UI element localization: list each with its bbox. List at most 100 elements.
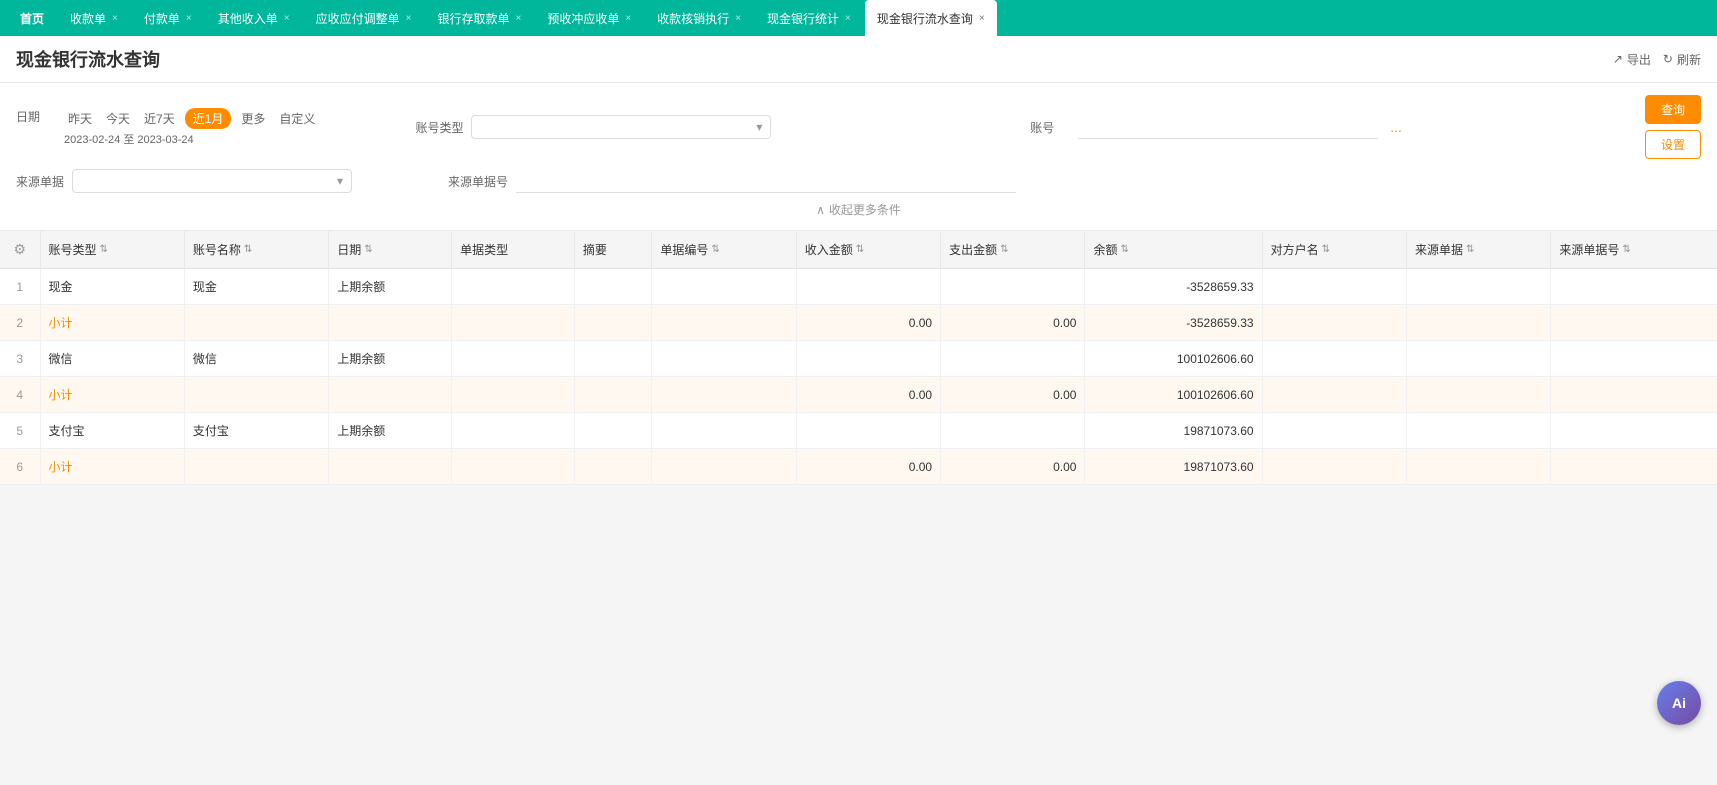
account-filter-group: 账号 ... — [1030, 116, 1629, 139]
th-settings[interactable]: ⚙ — [0, 231, 40, 269]
sort-icon — [1622, 244, 1630, 255]
tab-close-icon[interactable]: × — [735, 13, 741, 24]
export-button[interactable]: ↗ 导出 — [1613, 51, 1651, 68]
row-number: 5 — [0, 413, 40, 449]
chevron-down-icon-2: ▾ — [337, 174, 343, 188]
tab-label: 收款核销执行 — [657, 10, 729, 27]
cell-source-doc-no — [1551, 269, 1717, 305]
cell-counterpart — [1262, 449, 1406, 485]
th-income[interactable]: 收入金额 — [796, 231, 940, 269]
cell-doc-no — [652, 305, 796, 341]
th-source-doc[interactable]: 来源单据 — [1406, 231, 1550, 269]
table-row: 1现金现金上期余额-3528659.33 — [0, 269, 1717, 305]
query-button[interactable]: 查询 — [1645, 95, 1701, 124]
cell-doc-no — [652, 269, 796, 305]
nav-tab-liushui-active[interactable]: 现金银行流水查询 × — [865, 0, 997, 36]
cell-expense — [941, 269, 1085, 305]
date-range-display: 2023-02-24 至 2023-03-24 — [64, 131, 319, 147]
nav-tab-shoukuan-hexiao[interactable]: 收款核销执行 × — [645, 0, 753, 36]
tab-close-icon[interactable]: × — [112, 13, 118, 24]
cell-account-type: 小计 — [40, 377, 184, 413]
th-balance[interactable]: 余额 — [1085, 231, 1262, 269]
nav-tab-yushou[interactable]: 预收冲应收单 × — [535, 0, 643, 36]
tab-close-icon[interactable]: × — [515, 13, 521, 24]
account-input[interactable] — [1078, 116, 1378, 139]
account-type-label: 账号类型 — [415, 119, 463, 136]
nav-tab-fukuandan[interactable]: 付款单 × — [132, 0, 204, 36]
cell-source-doc — [1406, 449, 1550, 485]
date-opt-1month[interactable]: 近1月 — [185, 108, 232, 129]
tab-close-icon[interactable]: × — [625, 13, 631, 24]
th-expense-label: 支出金额 — [949, 241, 997, 258]
table-row: 6小计0.000.0019871073.60 — [0, 449, 1717, 485]
cell-source-doc-no — [1551, 305, 1717, 341]
th-source-doc-no-label: 来源单据号 — [1559, 241, 1619, 258]
cell-income — [796, 341, 940, 377]
cell-account-type: 支付宝 — [40, 413, 184, 449]
th-doc-no[interactable]: 单据编号 — [652, 231, 796, 269]
cell-source-doc-no — [1551, 413, 1717, 449]
settings-button[interactable]: 设置 — [1645, 130, 1701, 159]
cell-expense — [941, 413, 1085, 449]
date-opt-today[interactable]: 今天 — [102, 108, 134, 129]
nav-tab-yingshoutiaozheng[interactable]: 应收应付调整单 × — [304, 0, 424, 36]
tab-close-icon[interactable]: × — [979, 13, 985, 24]
sort-icon — [1000, 244, 1008, 255]
header-actions: ↗ 导出 ↻ 刷新 — [1613, 51, 1701, 68]
cell-summary — [574, 269, 651, 305]
cell-account-name — [184, 449, 328, 485]
row-number: 3 — [0, 341, 40, 377]
cell-expense — [941, 341, 1085, 377]
nav-tab-xianjin-tongji[interactable]: 现金银行统计 × — [755, 0, 863, 36]
account-type-select[interactable]: ▾ — [471, 115, 771, 139]
collapse-icon: ∧ — [816, 203, 825, 217]
date-opt-7days[interactable]: 近7天 — [140, 108, 179, 129]
date-opt-yesterday[interactable]: 昨天 — [64, 108, 96, 129]
th-account-type[interactable]: 账号类型 — [40, 231, 184, 269]
th-summary: 摘要 — [574, 231, 651, 269]
tab-label: 收款单 — [70, 10, 106, 27]
cell-counterpart — [1262, 305, 1406, 341]
th-account-type-label: 账号类型 — [49, 241, 97, 258]
cell-date: 上期余额 — [329, 341, 452, 377]
account-dots-button[interactable]: ... — [1386, 119, 1406, 135]
cell-balance: 100102606.60 — [1085, 377, 1262, 413]
nav-home[interactable]: 首页 — [8, 0, 56, 36]
nav-tab-qitashouru[interactable]: 其他收入单 × — [206, 0, 302, 36]
cash-bank-table: ⚙ 账号类型 账号名称 日期 单据类型 摘要 单据编号 — [0, 231, 1717, 485]
source-doc-no-input[interactable] — [516, 170, 1016, 193]
th-account-name[interactable]: 账号名称 — [184, 231, 328, 269]
collapse-bar[interactable]: ∧ 收起更多条件 — [16, 197, 1701, 218]
tab-close-icon[interactable]: × — [186, 13, 192, 24]
tab-label: 现金银行流水查询 — [877, 10, 973, 27]
cell-summary — [574, 413, 651, 449]
date-opt-more[interactable]: 更多 — [237, 108, 269, 129]
cell-counterpart — [1262, 341, 1406, 377]
cell-date: 上期余额 — [329, 413, 452, 449]
source-doc-select[interactable]: ▾ — [72, 169, 352, 193]
tab-label: 应收应付调整单 — [316, 10, 400, 27]
th-counterpart[interactable]: 对方户名 — [1262, 231, 1406, 269]
nav-tab-shoukuandan[interactable]: 收款单 × — [58, 0, 130, 36]
ai-assistant-badge[interactable]: Ai — [1657, 681, 1701, 725]
source-doc-label: 来源单据 — [16, 173, 64, 190]
th-date[interactable]: 日期 — [329, 231, 452, 269]
date-opt-custom[interactable]: 自定义 — [275, 108, 319, 129]
top-navigation: 首页 收款单 × 付款单 × 其他收入单 × 应收应付调整单 × 银行存取款单 … — [0, 0, 1717, 36]
th-source-doc-no[interactable]: 来源单据号 — [1551, 231, 1717, 269]
refresh-button[interactable]: ↻ 刷新 — [1663, 51, 1701, 68]
th-counterpart-label: 对方户名 — [1271, 241, 1319, 258]
tab-close-icon[interactable]: × — [406, 13, 412, 24]
cell-summary — [574, 341, 651, 377]
nav-home-label: 首页 — [20, 10, 44, 27]
tab-close-icon[interactable]: × — [845, 13, 851, 24]
nav-tab-yinhang[interactable]: 银行存取款单 × — [425, 0, 533, 36]
source-doc-no-label: 来源单据号 — [448, 173, 508, 190]
ai-label: Ai — [1672, 695, 1686, 711]
cell-counterpart — [1262, 413, 1406, 449]
th-expense[interactable]: 支出金额 — [941, 231, 1085, 269]
source-doc-filter-group: 来源单据 ▾ — [16, 169, 352, 193]
cell-income: 0.00 — [796, 449, 940, 485]
cell-account-type: 小计 — [40, 305, 184, 341]
tab-close-icon[interactable]: × — [284, 13, 290, 24]
